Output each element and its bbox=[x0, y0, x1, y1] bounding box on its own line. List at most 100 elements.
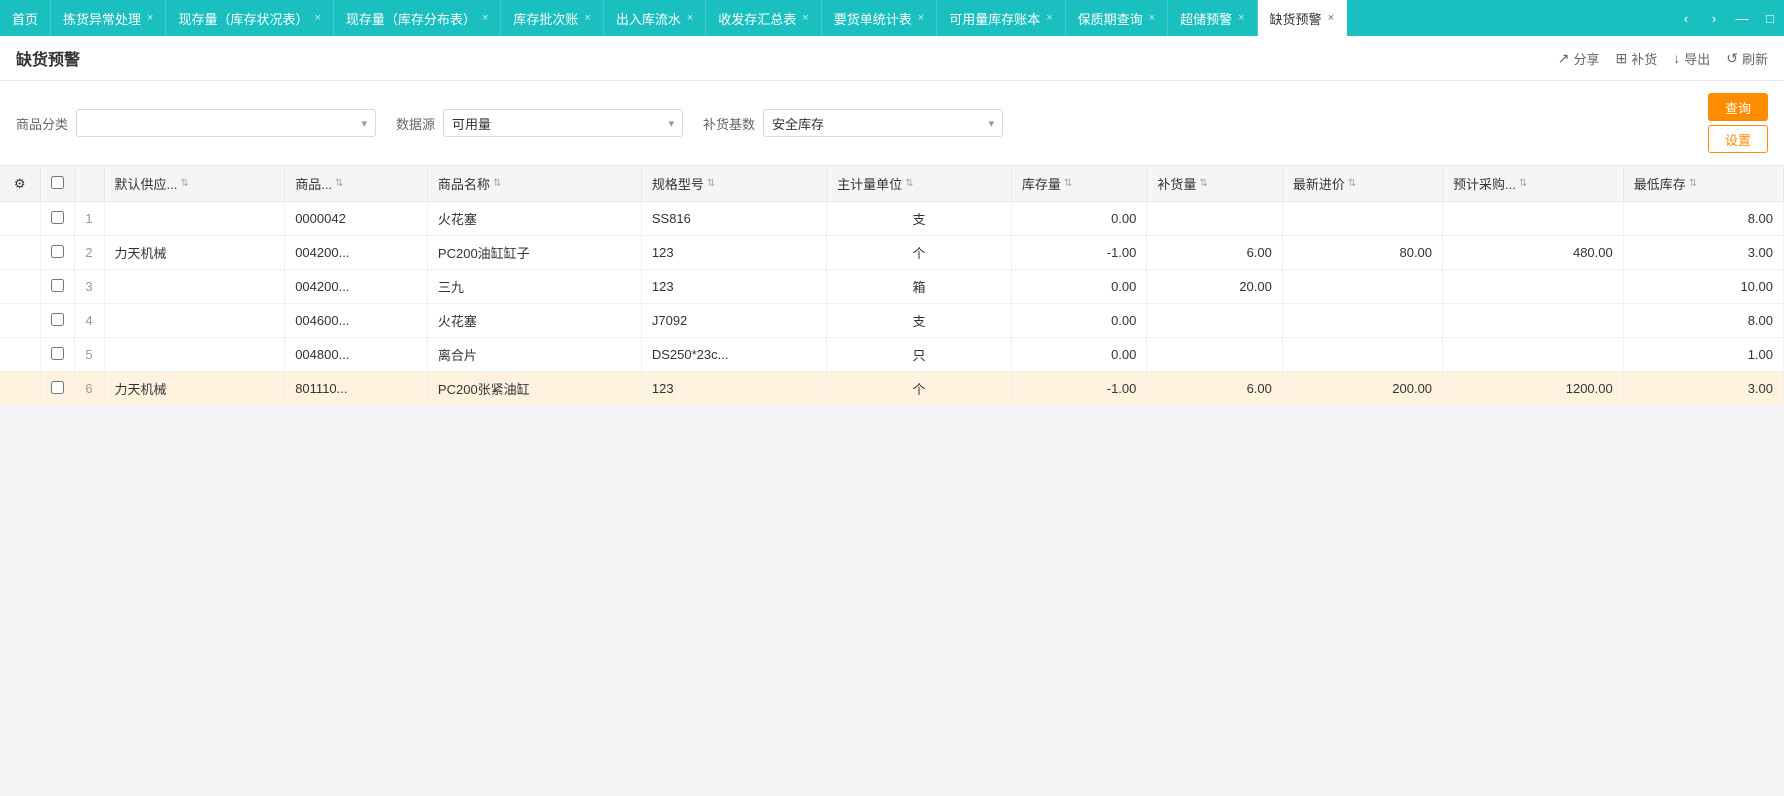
refresh-button[interactable]: ↺ 刷新 bbox=[1726, 49, 1768, 68]
table-wrapper: ⚙默认供应...⇅商品...⇅商品名称⇅规格型号⇅主计量单位⇅库存量⇅补货量⇅最… bbox=[0, 166, 1784, 406]
cell-supplier: 力天机械 bbox=[104, 372, 285, 406]
row-checkbox[interactable] bbox=[51, 279, 64, 292]
tab-item-7[interactable]: 要货单统计表× bbox=[822, 0, 937, 36]
tab-minimize-button[interactable]: — bbox=[1728, 0, 1756, 36]
table-header-row: ⚙默认供应...⇅商品...⇅商品名称⇅规格型号⇅主计量单位⇅库存量⇅补货量⇅最… bbox=[0, 166, 1784, 202]
table-body: 10000042火花塞SS816支0.008.002力天机械004200...P… bbox=[0, 202, 1784, 406]
tab-label: 收发存汇总表 bbox=[718, 9, 796, 28]
category-select[interactable]: ▾ bbox=[76, 109, 376, 137]
tab-item-2[interactable]: 现存量（库存状况表） × bbox=[166, 0, 333, 36]
tab-item-9[interactable]: 保质期查询× bbox=[1066, 0, 1168, 36]
cell-stock: 0.00 bbox=[1011, 270, 1146, 304]
replenish-label: 补货基数 bbox=[703, 114, 755, 133]
tab-prev-button[interactable]: ‹ bbox=[1672, 0, 1700, 36]
tab-item-4[interactable]: 库存批次账× bbox=[501, 0, 603, 36]
datasource-label: 数据源 bbox=[396, 114, 435, 133]
cell-rownum: 5 bbox=[74, 338, 104, 372]
cell-sku: 004200... bbox=[285, 270, 428, 304]
col-header-est_purchase[interactable]: 预计采购...⇅ bbox=[1443, 166, 1624, 202]
cell-replenish bbox=[1147, 304, 1282, 338]
cell-sku: 0000042 bbox=[285, 202, 428, 236]
tab-item-10[interactable]: 超储预警 × bbox=[1168, 0, 1257, 36]
category-label: 商品分类 bbox=[16, 114, 68, 133]
cell-est_purchase: 1200.00 bbox=[1443, 372, 1624, 406]
cell-latest_price: 80.00 bbox=[1282, 236, 1442, 270]
table-row: 5004800...离合片DS250*23c...只0.001.00 bbox=[0, 338, 1784, 372]
tab-close-icon[interactable]: × bbox=[314, 12, 320, 24]
sort-icon-stock: ⇅ bbox=[1064, 178, 1072, 189]
cell-stock: -1.00 bbox=[1011, 372, 1146, 406]
table-row: 10000042火花塞SS816支0.008.00 bbox=[0, 202, 1784, 236]
sort-icon-name: ⇅ bbox=[493, 178, 501, 189]
tab-next-button[interactable]: › bbox=[1700, 0, 1728, 36]
tab-item-5[interactable]: 出入库流水× bbox=[604, 0, 706, 36]
cell-sku: 801110... bbox=[285, 372, 428, 406]
col-label: 补货量 bbox=[1157, 174, 1196, 193]
gear-icon[interactable]: ⚙ bbox=[14, 176, 26, 191]
table-row: 6力天机械801110...PC200张紧油缸123个-1.006.00200.… bbox=[0, 372, 1784, 406]
col-header-supplier[interactable]: 默认供应...⇅ bbox=[104, 166, 285, 202]
cell-supplier bbox=[104, 338, 285, 372]
col-header-replenish[interactable]: 补货量⇅ bbox=[1147, 166, 1282, 202]
row-checkbox[interactable] bbox=[51, 381, 64, 394]
page-content: 缺货预警 ↗ 分享 ⊞ 补货 ↓ 导出 ↺ 刷新 商品分类 bbox=[0, 36, 1784, 406]
replenish-button[interactable]: ⊞ 补货 bbox=[1615, 49, 1657, 68]
cell-unit: 支 bbox=[827, 202, 1012, 236]
replenish-select[interactable]: 安全库存 ▾ bbox=[763, 109, 1003, 137]
cell-spec: SS816 bbox=[641, 202, 826, 236]
col-header-name[interactable]: 商品名称⇅ bbox=[427, 166, 641, 202]
datasource-select[interactable]: 可用量 ▾ bbox=[443, 109, 683, 137]
tab-maximize-button[interactable]: □ bbox=[1756, 0, 1784, 36]
tab-close-icon[interactable]: × bbox=[918, 12, 924, 24]
cell-latest_price bbox=[1282, 202, 1442, 236]
cell-unit: 支 bbox=[827, 304, 1012, 338]
tab-item-8[interactable]: 可用量库存账本× bbox=[937, 0, 1065, 36]
tab-close-icon[interactable]: × bbox=[482, 12, 488, 24]
col-header-unit[interactable]: 主计量单位⇅ bbox=[827, 166, 1012, 202]
col-header-latest_price[interactable]: 最新进价⇅ bbox=[1282, 166, 1442, 202]
tab-close-icon[interactable]: × bbox=[687, 12, 693, 24]
tab-item-6[interactable]: 收发存汇总表 × bbox=[706, 0, 821, 36]
col-label: 默认供应... bbox=[115, 174, 178, 193]
tab-label: 现存量（库存状况表） bbox=[178, 9, 308, 28]
tab-close-icon[interactable]: × bbox=[1149, 12, 1155, 24]
col-header-spec[interactable]: 规格型号⇅ bbox=[641, 166, 826, 202]
col-header-min_stock[interactable]: 最低库存⇅ bbox=[1623, 166, 1783, 202]
share-button[interactable]: ↗ 分享 bbox=[1558, 49, 1600, 68]
col-header-rownum bbox=[74, 166, 104, 202]
cell-gear bbox=[0, 338, 40, 372]
cell-unit: 只 bbox=[827, 338, 1012, 372]
tab-item-0[interactable]: 首页 bbox=[0, 0, 51, 36]
filter-actions: 查询 设置 bbox=[1708, 93, 1768, 153]
tab-close-icon[interactable]: × bbox=[1238, 12, 1244, 24]
cell-replenish: 20.00 bbox=[1147, 270, 1282, 304]
row-checkbox[interactable] bbox=[51, 211, 64, 224]
export-button[interactable]: ↓ 导出 bbox=[1673, 49, 1710, 68]
cell-sku: 004200... bbox=[285, 236, 428, 270]
row-checkbox[interactable] bbox=[51, 313, 64, 326]
cell-gear bbox=[0, 236, 40, 270]
tab-item-3[interactable]: 现存量（库存分布表）× bbox=[334, 0, 501, 36]
col-header-stock[interactable]: 库存量⇅ bbox=[1011, 166, 1146, 202]
tab-close-icon[interactable]: × bbox=[584, 12, 590, 24]
row-checkbox[interactable] bbox=[51, 245, 64, 258]
row-checkbox[interactable] bbox=[51, 347, 64, 360]
tab-item-11[interactable]: 缺货预警× bbox=[1258, 0, 1347, 36]
cell-name: 三九 bbox=[427, 270, 641, 304]
tab-close-icon[interactable]: × bbox=[1328, 12, 1334, 24]
query-button[interactable]: 查询 bbox=[1708, 93, 1768, 121]
tab-close-icon[interactable]: × bbox=[1046, 12, 1052, 24]
sort-icon-min_stock: ⇅ bbox=[1689, 178, 1697, 189]
settings-button[interactable]: 设置 bbox=[1708, 125, 1768, 153]
tab-item-1[interactable]: 拣货异常处理× bbox=[51, 0, 166, 36]
tab-close-icon[interactable]: × bbox=[802, 12, 808, 24]
col-label: 主计量单位 bbox=[837, 174, 902, 193]
tab-close-icon[interactable]: × bbox=[147, 12, 153, 24]
cell-est_purchase: 480.00 bbox=[1443, 236, 1624, 270]
data-table: ⚙默认供应...⇅商品...⇅商品名称⇅规格型号⇅主计量单位⇅库存量⇅补货量⇅最… bbox=[0, 166, 1784, 406]
col-label: 商品... bbox=[295, 174, 332, 193]
select-all-checkbox[interactable] bbox=[51, 176, 64, 189]
tab-label: 超储预警 bbox=[1180, 9, 1232, 28]
col-header-sku[interactable]: 商品...⇅ bbox=[285, 166, 428, 202]
table-header: ⚙默认供应...⇅商品...⇅商品名称⇅规格型号⇅主计量单位⇅库存量⇅补货量⇅最… bbox=[0, 166, 1784, 202]
